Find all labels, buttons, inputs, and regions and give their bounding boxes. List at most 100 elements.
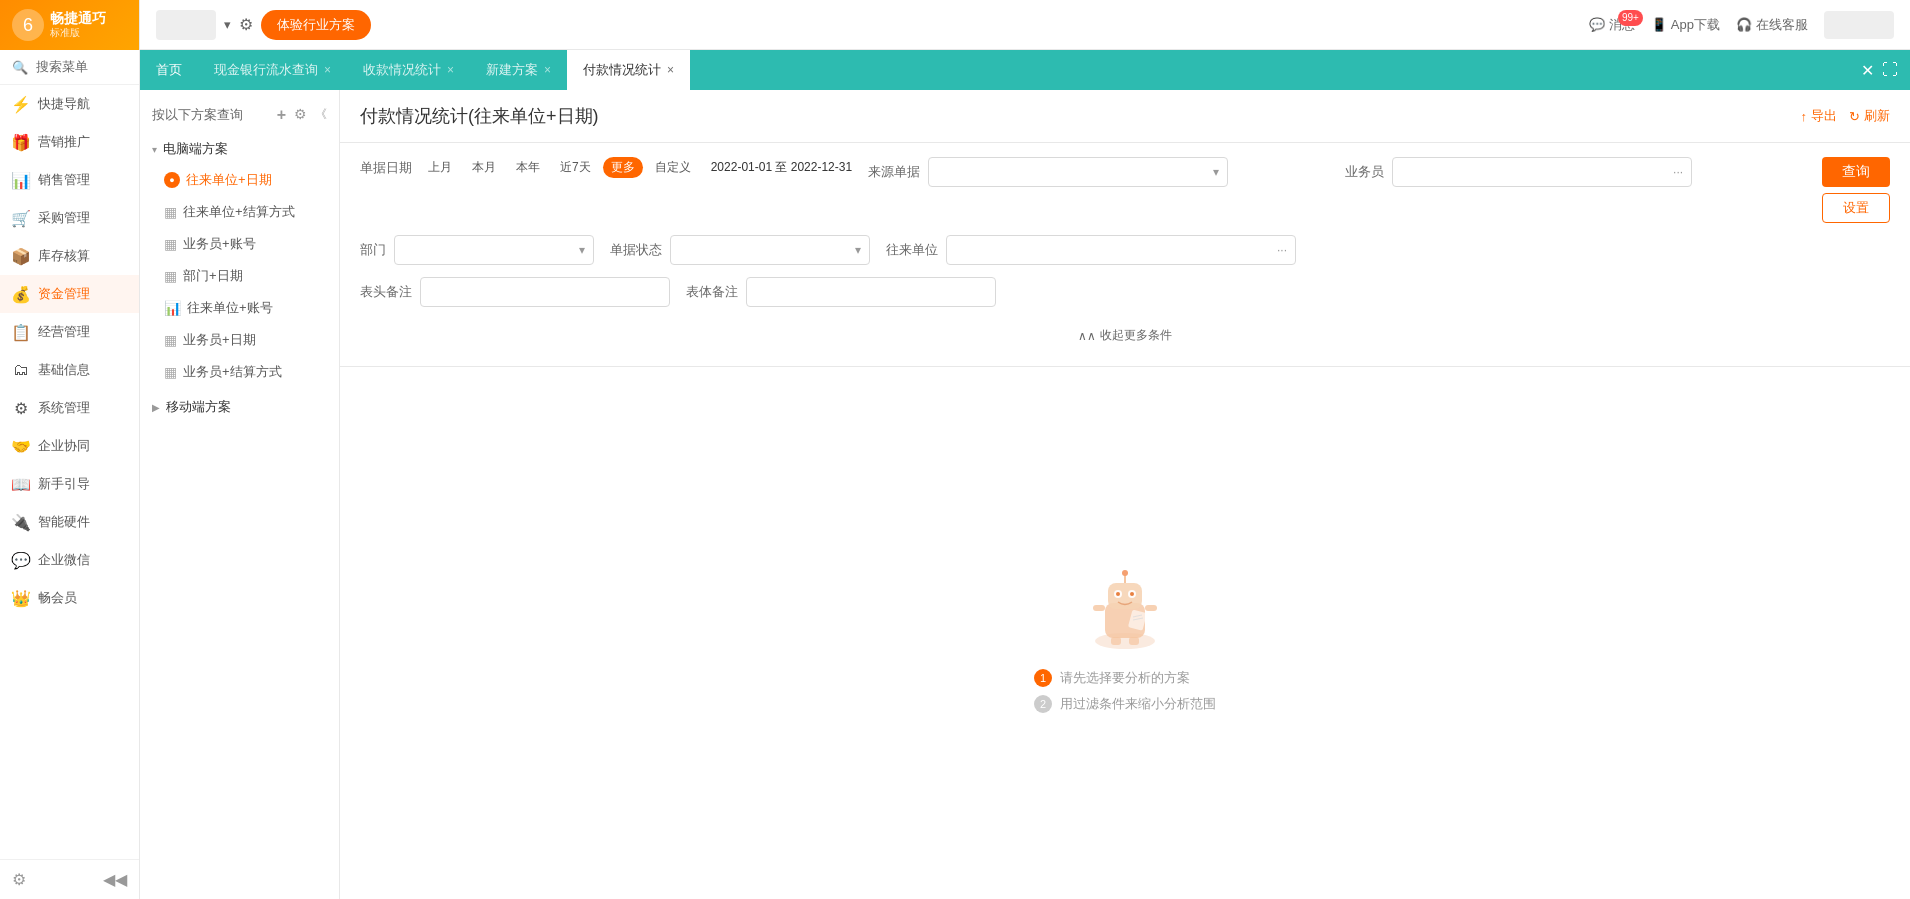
sidebar-item-system[interactable]: ⚙ 系统管理	[0, 389, 139, 427]
app-download-label: App下载	[1671, 16, 1720, 34]
filter-body-note-item: 表体备注	[686, 277, 996, 307]
dept-select[interactable]: ▾	[394, 235, 594, 265]
date-btn-this-year[interactable]: 本年	[508, 157, 548, 178]
schema-item-partner-account[interactable]: 📊 往来单位+账号	[140, 292, 339, 324]
plan-settings-icon[interactable]: ⚙	[294, 106, 307, 124]
marketing-icon: 🎁	[12, 133, 30, 151]
setting-btn[interactable]: 设置	[1822, 193, 1890, 223]
schema-group-mobile-title[interactable]: ▶ 移动端方案	[140, 392, 339, 422]
topbar: ▾ ⚙ 体验行业方案 💬 消息 99+ 📱 App下载 🎧 在线客服	[140, 0, 1910, 50]
tab-bank-flow[interactable]: 现金银行流水查询 ×	[198, 50, 347, 90]
panel-collapse-icon[interactable]: 《	[315, 106, 327, 124]
sidebar-item-basic[interactable]: 🗂 基础信息	[0, 351, 139, 389]
salesman-ellipsis[interactable]: ···	[1673, 165, 1683, 179]
partner-ellipsis[interactable]: ···	[1277, 243, 1287, 257]
filter-header-note-item: 表头备注	[360, 277, 670, 307]
svg-point-5	[1116, 592, 1120, 596]
sidebar-item-inventory[interactable]: 📦 库存核算	[0, 237, 139, 275]
schema-item-dept-date[interactable]: ▦ 部门+日期	[140, 260, 339, 292]
user-avatar	[1824, 11, 1894, 39]
schema-item-salesman-date[interactable]: ▦ 业务员+日期	[140, 324, 339, 356]
sidebar-item-label: 采购管理	[38, 209, 90, 227]
schema-item-salesman-settle[interactable]: ▦ 业务员+结算方式	[140, 356, 339, 388]
partner-label: 往来单位	[886, 241, 938, 259]
header-note-input[interactable]	[420, 277, 670, 307]
date-btn-last-7-days[interactable]: 近7天	[552, 157, 599, 178]
status-select[interactable]: ▾	[670, 235, 870, 265]
hardware-icon: 🔌	[12, 513, 30, 531]
sidebar-item-label: 经营管理	[38, 323, 90, 341]
tab-expand-icon[interactable]: ⛶	[1882, 61, 1898, 79]
sidebar-item-quick-nav[interactable]: ⚡ 快捷导航	[0, 85, 139, 123]
salesman-select[interactable]: ···	[1392, 157, 1692, 187]
online-service-label: 在线客服	[1756, 16, 1808, 34]
tab-bank-flow-close[interactable]: ×	[324, 63, 331, 77]
collapse-bar[interactable]: ∧∧ 收起更多条件	[360, 319, 1890, 352]
schema-item-label: 往来单位+日期	[186, 171, 272, 189]
online-service-btn[interactable]: 🎧 在线客服	[1736, 16, 1808, 34]
company-dropdown[interactable]: ▾	[224, 17, 231, 32]
partner-date-icon: ●	[164, 172, 180, 188]
messages-btn[interactable]: 💬 消息 99+	[1589, 16, 1635, 34]
search-menu[interactable]: 🔍 搜索菜单	[0, 50, 139, 85]
filter-status-item: 单据状态 ▾	[610, 235, 870, 265]
filter-date-item: 单据日期 上月 本月 本年 近7天 更多 自定义 2022-01-01 至 20…	[360, 157, 852, 178]
desktop-group-label: 电脑端方案	[163, 140, 228, 158]
trial-btn[interactable]: 体验行业方案	[261, 10, 371, 40]
svg-rect-10	[1145, 605, 1157, 611]
export-btn[interactable]: ↑ 导出	[1801, 107, 1838, 125]
body-note-input[interactable]	[746, 277, 996, 307]
filter-actions: 查询 设置	[1822, 157, 1890, 223]
sidebar-item-hardware[interactable]: 🔌 智能硬件	[0, 503, 139, 541]
schema-item-salesman-account[interactable]: ▦ 业务员+账号	[140, 228, 339, 260]
svg-rect-12	[1129, 637, 1139, 645]
topbar-gear-icon[interactable]: ⚙	[239, 15, 253, 34]
page-header-actions: ↑ 导出 ↻ 刷新	[1801, 107, 1891, 125]
tab-close-all-icon[interactable]: ✕	[1861, 61, 1874, 80]
tab-new-plan[interactable]: 新建方案 ×	[470, 50, 567, 90]
schema-item-partner-date[interactable]: ● 往来单位+日期	[140, 164, 339, 196]
sidebar-item-enterprise[interactable]: 🤝 企业协同	[0, 427, 139, 465]
sidebar-item-sales[interactable]: 📊 销售管理	[0, 161, 139, 199]
date-btn-this-month[interactable]: 本月	[464, 157, 504, 178]
tab-payment-stats[interactable]: 付款情况统计 ×	[567, 50, 690, 90]
sidebar-item-operation[interactable]: 📋 经营管理	[0, 313, 139, 351]
filter-salesman-item: 业务员 ···	[1345, 157, 1806, 187]
source-select[interactable]: ▾	[928, 157, 1228, 187]
tab-receipt-stats-close[interactable]: ×	[447, 63, 454, 77]
tab-receipt-stats[interactable]: 收款情况统计 ×	[347, 50, 470, 90]
sidebar-item-member[interactable]: 👑 畅会员	[0, 579, 139, 617]
app-download-btn[interactable]: 📱 App下载	[1651, 16, 1720, 34]
sidebar-item-label: 企业微信	[38, 551, 90, 569]
operation-icon: 📋	[12, 323, 30, 341]
tab-receipt-stats-label: 收款情况统计	[363, 61, 441, 79]
filter-row-2: 部门 ▾ 单据状态 ▾ 往来单位	[360, 235, 1890, 265]
sidebar-item-finance[interactable]: 💰 资金管理	[0, 275, 139, 313]
sidebar-item-purchase[interactable]: 🛒 采购管理	[0, 199, 139, 237]
date-btn-more[interactable]: 更多	[603, 157, 643, 178]
footer-collapse-icon[interactable]: ◀◀	[103, 870, 127, 889]
sidebar-item-guide[interactable]: 📖 新手引导	[0, 465, 139, 503]
filter-row-1: 单据日期 上月 本月 本年 近7天 更多 自定义 2022-01-01 至 20…	[360, 157, 1890, 223]
tab-payment-stats-close[interactable]: ×	[667, 63, 674, 77]
message-icon: 💬	[1589, 17, 1605, 32]
refresh-btn[interactable]: ↻ 刷新	[1849, 107, 1890, 125]
dept-select-arrow: ▾	[579, 243, 585, 257]
add-plan-icon[interactable]: +	[277, 106, 286, 124]
tab-new-plan-close[interactable]: ×	[544, 63, 551, 77]
service-icon: 🎧	[1736, 17, 1752, 32]
sidebar-item-marketing[interactable]: 🎁 营销推广	[0, 123, 139, 161]
schema-group-desktop: ▾ 电脑端方案 ● 往来单位+日期 ▦ 往来单位+结算方式 ▦ 业务员+账号 ▦	[140, 134, 339, 388]
query-btn[interactable]: 查询	[1822, 157, 1890, 187]
date-btn-last-month[interactable]: 上月	[420, 157, 460, 178]
sidebar-item-wechat[interactable]: 💬 企业微信	[0, 541, 139, 579]
date-btn-custom[interactable]: 自定义	[647, 157, 699, 178]
page-header: 付款情况统计(往来单位+日期) ↑ 导出 ↻ 刷新	[340, 90, 1910, 143]
footer-settings-icon[interactable]: ⚙	[12, 870, 26, 889]
schema-group-desktop-title[interactable]: ▾ 电脑端方案	[140, 134, 339, 164]
tab-home[interactable]: 首页	[140, 50, 198, 90]
partner-select[interactable]: ···	[946, 235, 1296, 265]
sidebar-item-label: 新手引导	[38, 475, 90, 493]
topbar-left: ▾ ⚙ 体验行业方案	[156, 10, 1577, 40]
schema-item-partner-settle[interactable]: ▦ 往来单位+结算方式	[140, 196, 339, 228]
